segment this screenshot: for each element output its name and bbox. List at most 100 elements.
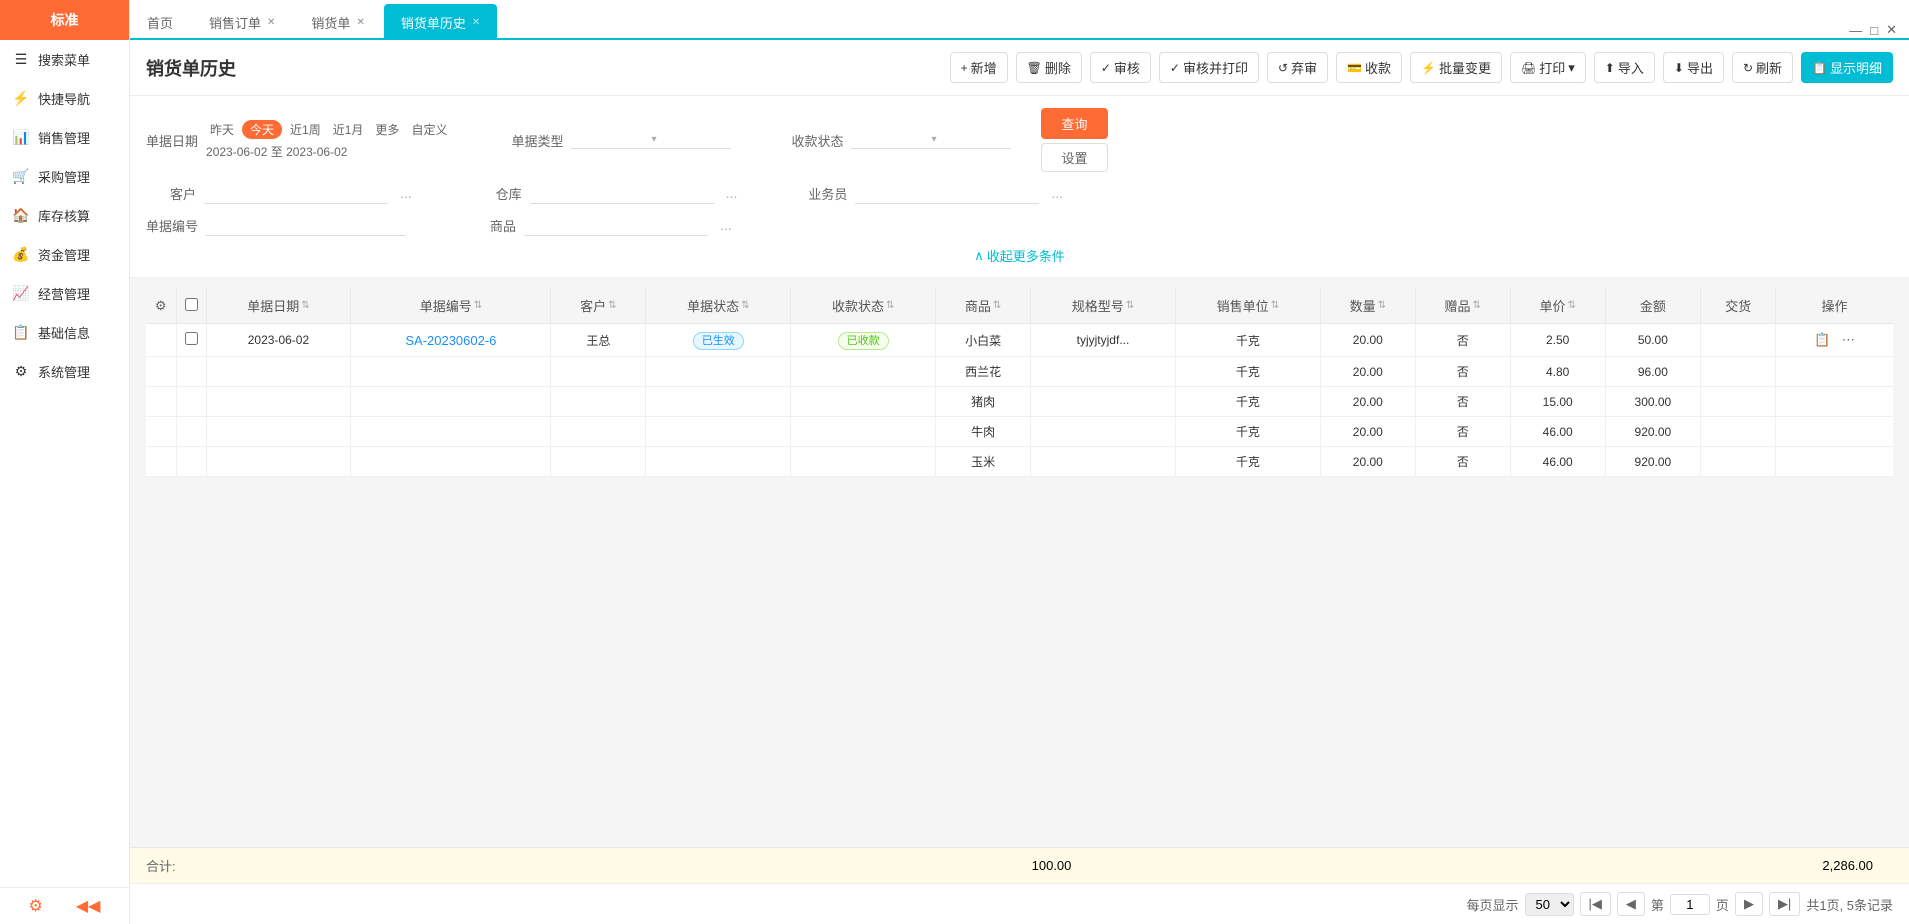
row-price: 15.00 bbox=[1510, 387, 1605, 417]
customer-sort-icon[interactable]: ⇅ bbox=[608, 300, 616, 311]
tab-sales-history[interactable]: 销货单历史 ✕ bbox=[384, 4, 497, 40]
first-page-btn[interactable]: |◀ bbox=[1580, 892, 1611, 916]
table-gear-icon[interactable]: ⚙ bbox=[155, 298, 167, 313]
settings-bottom-icon[interactable]: ⚙ bbox=[29, 896, 43, 916]
customer-dots[interactable]: ... bbox=[400, 185, 412, 201]
date-sort-icon[interactable]: ⇅ bbox=[301, 300, 309, 311]
query-button[interactable]: 查询 bbox=[1041, 108, 1107, 139]
page-number-input[interactable] bbox=[1670, 894, 1710, 915]
row-number[interactable] bbox=[351, 357, 551, 387]
row-number[interactable] bbox=[351, 417, 551, 447]
batch-change-icon: ⚡ bbox=[1421, 61, 1436, 75]
export-button[interactable]: ⬇ 导出 bbox=[1663, 52, 1724, 83]
tab-home-label: 首页 bbox=[147, 13, 173, 32]
shortcut-last1month[interactable]: 近1月 bbox=[329, 120, 368, 139]
collapse-bottom-icon[interactable]: ◀◀ bbox=[76, 896, 101, 916]
window-maximize-btn[interactable]: □ bbox=[1870, 23, 1878, 38]
sidebar-item-inventory[interactable]: 🏠 库存核算 bbox=[0, 196, 129, 235]
tab-sales-order[interactable]: 销售订单 ✕ bbox=[192, 4, 292, 40]
row-checkbox-cell[interactable] bbox=[176, 357, 206, 387]
row-checkbox-cell[interactable] bbox=[176, 387, 206, 417]
row-view-btn[interactable]: 📋 bbox=[1810, 330, 1834, 350]
warehouse-input[interactable] bbox=[530, 182, 714, 204]
import-button[interactable]: ⬆ 导入 bbox=[1594, 52, 1655, 83]
sidebar-item-operations[interactable]: 📈 经营管理 bbox=[0, 274, 129, 313]
shortcut-today[interactable]: 今天 bbox=[242, 120, 282, 139]
shortcut-last7days[interactable]: 近1周 bbox=[286, 120, 325, 139]
doc-status-sort-icon[interactable]: ⇅ bbox=[741, 300, 749, 311]
row-checkbox-cell[interactable] bbox=[176, 417, 206, 447]
row-checkbox[interactable] bbox=[185, 332, 198, 345]
delete-button[interactable]: 🗑 删除 bbox=[1016, 52, 1082, 83]
salesperson-input[interactable] bbox=[855, 182, 1039, 204]
col-settings[interactable]: ⚙ bbox=[146, 288, 176, 324]
collect-button[interactable]: 💳 收款 bbox=[1336, 52, 1402, 83]
sidebar-item-finance[interactable]: 💰 资金管理 bbox=[0, 235, 129, 274]
shortcut-custom[interactable]: 自定义 bbox=[407, 120, 451, 139]
row-checkbox-cell[interactable] bbox=[176, 324, 206, 357]
row-number[interactable] bbox=[351, 387, 551, 417]
sidebar-item-purchase-mgmt[interactable]: 🛒 采购管理 bbox=[0, 157, 129, 196]
prev-page-btn[interactable]: ◀ bbox=[1617, 892, 1645, 916]
goods-input[interactable] bbox=[524, 214, 708, 236]
row-gift: 否 bbox=[1415, 357, 1510, 387]
goods-dots[interactable]: ... bbox=[720, 217, 732, 233]
batch-change-button[interactable]: ⚡ 批量变更 bbox=[1410, 52, 1502, 83]
window-close-btn[interactable]: ✕ bbox=[1886, 22, 1897, 38]
basic-info-icon: 📋 bbox=[12, 324, 30, 342]
doc-type-select[interactable]: ▾ bbox=[571, 131, 731, 149]
row-doc-status bbox=[646, 447, 791, 477]
col-gift: 赠品 ⇅ bbox=[1415, 288, 1510, 324]
per-page-select[interactable]: 50 bbox=[1525, 893, 1574, 916]
sidebar-item-sys-mgmt[interactable]: ⚙ 系统管理 bbox=[0, 352, 129, 391]
show-details-button[interactable]: 📋 显示明细 bbox=[1801, 52, 1893, 83]
sales-mgmt-icon: 📊 bbox=[12, 129, 30, 147]
tab-sales-goods[interactable]: 销货单 ✕ bbox=[294, 4, 381, 40]
row-number[interactable] bbox=[351, 447, 551, 477]
refresh-button[interactable]: ↻ 刷新 bbox=[1732, 52, 1793, 83]
sidebar-item-basic-info[interactable]: 📋 基础信息 bbox=[0, 313, 129, 352]
tab-sales-goods-close[interactable]: ✕ bbox=[356, 17, 364, 28]
select-all-checkbox[interactable] bbox=[185, 298, 198, 311]
sidebar-item-label: 库存核算 bbox=[38, 206, 90, 225]
doc-number-input[interactable] bbox=[206, 214, 406, 236]
salesperson-dots[interactable]: ... bbox=[1051, 185, 1063, 201]
warehouse-dots[interactable]: ... bbox=[726, 185, 738, 201]
payment-status-select[interactable]: ▾ bbox=[851, 131, 1011, 149]
last-page-btn[interactable]: ▶| bbox=[1769, 892, 1800, 916]
row-unit: 千克 bbox=[1175, 387, 1320, 417]
add-button[interactable]: + 新增 bbox=[950, 52, 1008, 83]
shortcut-yesterday[interactable]: 昨天 bbox=[206, 120, 238, 139]
tab-sales-order-close[interactable]: ✕ bbox=[267, 17, 275, 28]
audit-print-button[interactable]: ✓ 审核并打印 bbox=[1159, 52, 1259, 83]
price-sort-icon[interactable]: ⇅ bbox=[1567, 300, 1575, 311]
next-page-btn[interactable]: ▶ bbox=[1735, 892, 1763, 916]
payment-status-sort-icon[interactable]: ⇅ bbox=[886, 300, 894, 311]
audit-button[interactable]: ✓ 审核 bbox=[1090, 52, 1151, 83]
sidebar-item-quick-nav[interactable]: ⚡ 快捷导航 bbox=[0, 79, 129, 118]
tab-sales-history-close[interactable]: ✕ bbox=[472, 17, 480, 28]
finance-icon: 💰 bbox=[12, 246, 30, 264]
tab-home[interactable]: 首页 bbox=[130, 4, 190, 40]
col-checkbox[interactable] bbox=[176, 288, 206, 324]
collapse-filter-btn[interactable]: ∧ 收起更多条件 bbox=[974, 246, 1065, 265]
sidebar-item-sales-mgmt[interactable]: 📊 销售管理 bbox=[0, 118, 129, 157]
sidebar-item-search-menu[interactable]: ☰ 搜索菜单 bbox=[0, 40, 129, 79]
shortcut-more[interactable]: 更多 bbox=[371, 120, 403, 139]
quantity-sort-icon[interactable]: ⇅ bbox=[1378, 300, 1386, 311]
number-sort-icon[interactable]: ⇅ bbox=[474, 300, 482, 311]
print-button[interactable]: 🖨 打印 ▾ bbox=[1510, 52, 1586, 83]
spec-sort-icon[interactable]: ⇅ bbox=[1126, 300, 1134, 311]
goods-sort-icon[interactable]: ⇅ bbox=[993, 300, 1001, 311]
gift-sort-icon[interactable]: ⇅ bbox=[1473, 300, 1481, 311]
abandon-button[interactable]: ↺ 弃审 bbox=[1267, 52, 1328, 83]
window-minimize-btn[interactable]: — bbox=[1849, 23, 1862, 38]
row-checkbox-cell[interactable] bbox=[176, 447, 206, 477]
filter-settings-button[interactable]: 设置 bbox=[1041, 143, 1107, 172]
row-number[interactable]: SA-20230602-6 bbox=[351, 324, 551, 357]
goods-label: 商品 bbox=[466, 216, 516, 235]
row-more-btn[interactable]: ⋯ bbox=[1838, 330, 1859, 350]
customer-input[interactable] bbox=[204, 182, 388, 204]
doc-number-link[interactable]: SA-20230602-6 bbox=[405, 333, 496, 348]
unit-sort-icon[interactable]: ⇅ bbox=[1271, 300, 1279, 311]
